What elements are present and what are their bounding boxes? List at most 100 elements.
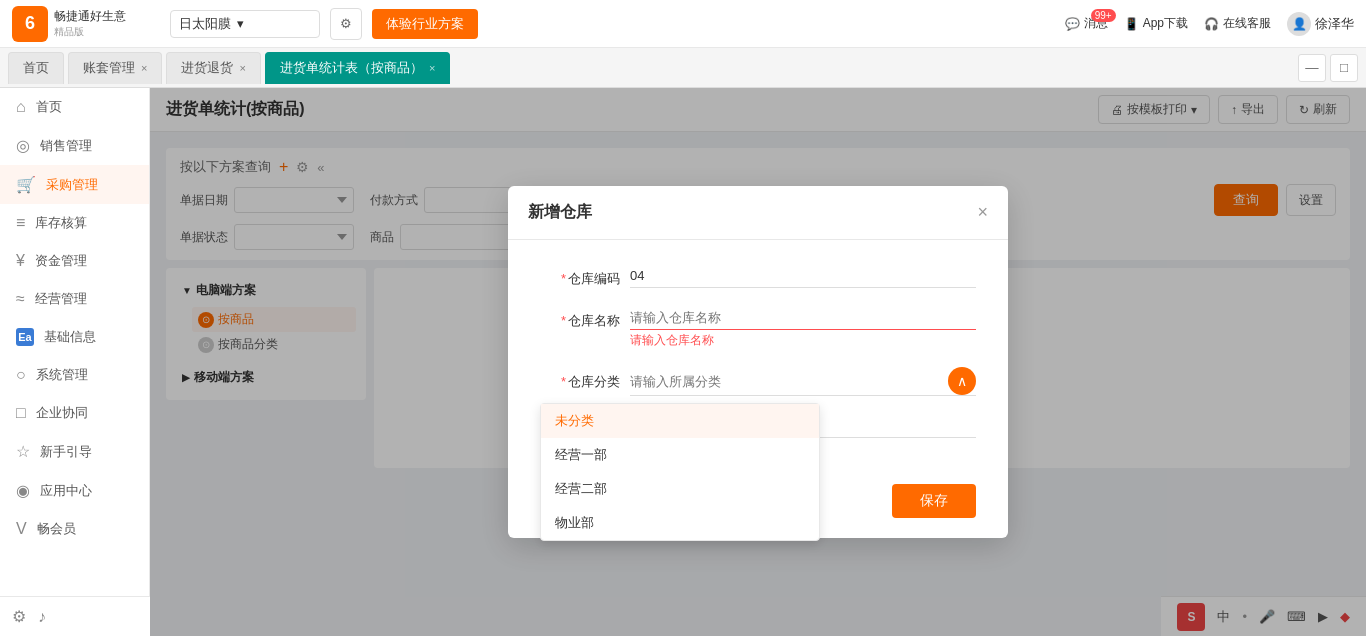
sidebar-item-operations[interactable]: ≈ 经营管理	[0, 280, 149, 318]
sidebar-item-home[interactable]: ⌂ 首页	[0, 88, 149, 126]
logo-text: 畅捷通好生意 精品版	[54, 9, 126, 38]
dropdown-item-0[interactable]: 未分类	[541, 404, 819, 438]
basic-icon: Ea	[16, 328, 34, 346]
form-row-name: 仓库名称 请输入仓库名称	[540, 306, 976, 349]
chevron-down-icon: ▾	[237, 16, 244, 31]
category-input[interactable]	[630, 370, 948, 393]
name-input[interactable]	[630, 306, 976, 330]
logo-icon: 6	[12, 6, 48, 42]
modal-close-button[interactable]: ×	[977, 202, 988, 223]
name-field-wrapper: 请输入仓库名称	[630, 306, 976, 349]
operations-icon: ≈	[16, 290, 25, 308]
sidebar-inventory-label: 库存核算	[35, 214, 87, 232]
category-label: 仓库分类	[540, 367, 620, 391]
home-icon: ⌂	[16, 98, 26, 116]
save-button[interactable]: 保存	[892, 484, 976, 518]
name-error-msg: 请输入仓库名称	[630, 332, 976, 349]
tab-purchase-stats[interactable]: 进货单统计表（按商品） ×	[265, 52, 450, 84]
store-name: 日太阳膜	[179, 15, 231, 33]
online-service-item[interactable]: 🎧 在线客服	[1204, 15, 1271, 32]
sidebar-finance-label: 资金管理	[35, 252, 87, 270]
sales-icon: ◎	[16, 136, 30, 155]
new-warehouse-modal: 新增仓库 × 仓库编码 仓库名称	[508, 186, 1008, 538]
sidebar-item-enterprise[interactable]: □ 企业协同	[0, 394, 149, 432]
tab-purchase-stats-close[interactable]: ×	[429, 62, 435, 74]
sidebar-basic-label: 基础信息	[44, 328, 96, 346]
sidebar-item-basic[interactable]: Ea 基础信息	[0, 318, 149, 356]
finance-icon: ¥	[16, 252, 25, 270]
modal-title: 新增仓库	[528, 202, 592, 223]
system-icon: ○	[16, 366, 26, 384]
sidebar-item-vip[interactable]: V 畅会员	[0, 510, 149, 548]
app-download-item[interactable]: 📱 App下载	[1124, 15, 1188, 32]
sidebar-home-label: 首页	[36, 98, 62, 116]
sidebar-item-finance[interactable]: ¥ 资金管理	[0, 242, 149, 280]
code-input[interactable]	[630, 264, 976, 288]
phone-icon: 📱	[1124, 17, 1139, 31]
store-selector[interactable]: 日太阳膜 ▾	[170, 10, 320, 38]
modal-overlay: 新增仓库 × 仓库编码 仓库名称	[150, 88, 1366, 636]
category-dropdown-wrapper: ∧ 未分类 经营一部 经营二部 物业部	[630, 367, 976, 396]
category-dropdown-list: 未分类 经营一部 经营二部 物业部	[540, 403, 820, 541]
sidebar-system-label: 系统管理	[36, 366, 88, 384]
sidebar-item-inventory[interactable]: ≡ 库存核算	[0, 204, 149, 242]
inventory-icon: ≡	[16, 214, 25, 232]
user-item[interactable]: 👤 徐泽华	[1287, 12, 1354, 36]
sidebar-settings-icon[interactable]: ⚙	[12, 607, 26, 626]
tab-purchase-return[interactable]: 进货退货 ×	[166, 52, 260, 84]
dropdown-item-1[interactable]: 经营一部	[541, 438, 819, 472]
sidebar-sales-label: 销售管理	[40, 137, 92, 155]
form-row-code: 仓库编码	[540, 264, 976, 288]
online-service-label: 在线客服	[1223, 15, 1271, 32]
gear-icon: ⚙	[340, 16, 352, 31]
form-row-category: 仓库分类 ∧ 未分类 经营一部 经营二部 物业部	[540, 367, 976, 396]
top-header: 6 畅捷通好生意 精品版 日太阳膜 ▾ ⚙ 体验行业方案 💬 消息 99+ 📱 …	[0, 0, 1366, 48]
sidebar: ⌂ 首页 ◎ 销售管理 🛒 采购管理 ≡ 库存核算 ¥ 资金管理 ≈ 经营管理 …	[0, 88, 150, 636]
app-center-icon: ◉	[16, 481, 30, 500]
content-area: 进货单统计(按商品) 🖨 按模板打印 ▾ ↑ 导出 ↻ 刷新	[150, 88, 1366, 636]
dropdown-item-3[interactable]: 物业部	[541, 506, 819, 540]
sidebar-operations-label: 经营管理	[35, 290, 87, 308]
dropdown-item-2[interactable]: 经营二部	[541, 472, 819, 506]
tab-purchase-return-close[interactable]: ×	[239, 62, 245, 74]
tab-accounts-close[interactable]: ×	[141, 62, 147, 74]
newbie-icon: ☆	[16, 442, 30, 461]
sidebar-newbie-label: 新手引导	[40, 443, 92, 461]
settings-button[interactable]: ⚙	[330, 8, 362, 40]
notification-item[interactable]: 💬 消息 99+	[1065, 15, 1108, 32]
dropdown-input-row: ∧	[630, 367, 976, 396]
dropdown-arrow-button[interactable]: ∧	[948, 367, 976, 395]
purchase-icon: 🛒	[16, 175, 36, 194]
sidebar-volume-icon[interactable]: ♪	[38, 608, 46, 626]
vip-icon: V	[16, 520, 27, 538]
maximize-button[interactable]: □	[1330, 54, 1358, 82]
tab-accounts-label: 账套管理	[83, 59, 135, 77]
tab-purchase-stats-label: 进货单统计表（按商品）	[280, 59, 423, 77]
sidebar-item-system[interactable]: ○ 系统管理	[0, 356, 149, 394]
name-label: 仓库名称	[540, 306, 620, 330]
modal-body: 仓库编码 仓库名称 请输入仓库名称	[508, 240, 1008, 472]
app-download-label: App下载	[1143, 15, 1188, 32]
sidebar-item-sales[interactable]: ◎ 销售管理	[0, 126, 149, 165]
sidebar-item-purchase[interactable]: 🛒 采购管理	[0, 165, 149, 204]
code-field-wrapper	[630, 264, 976, 288]
sidebar-purchase-label: 采购管理	[46, 176, 98, 194]
trial-button[interactable]: 体验行业方案	[372, 9, 478, 39]
user-avatar: 👤	[1287, 12, 1311, 36]
tab-home-label: 首页	[23, 59, 49, 77]
modal-header: 新增仓库 ×	[508, 186, 1008, 240]
tab-purchase-return-label: 进货退货	[181, 59, 233, 77]
sidebar-item-app-center[interactable]: ◉ 应用中心	[0, 471, 149, 510]
tab-accounts[interactable]: 账套管理 ×	[68, 52, 162, 84]
tab-window-actions: — □	[1298, 54, 1358, 82]
tab-home[interactable]: 首页	[8, 52, 64, 84]
user-name: 徐泽华	[1315, 15, 1354, 33]
tab-bar: 首页 账套管理 × 进货退货 × 进货单统计表（按商品） × — □	[0, 48, 1366, 88]
enterprise-icon: □	[16, 404, 26, 422]
logo-area: 6 畅捷通好生意 精品版	[12, 6, 160, 42]
sidebar-item-newbie[interactable]: ☆ 新手引导	[0, 432, 149, 471]
header-right: 💬 消息 99+ 📱 App下载 🎧 在线客服 👤 徐泽华	[1065, 12, 1354, 36]
minimize-button[interactable]: —	[1298, 54, 1326, 82]
sidebar-bottom: ⚙ ♪	[0, 596, 150, 636]
headset-icon: 🎧	[1204, 17, 1219, 31]
